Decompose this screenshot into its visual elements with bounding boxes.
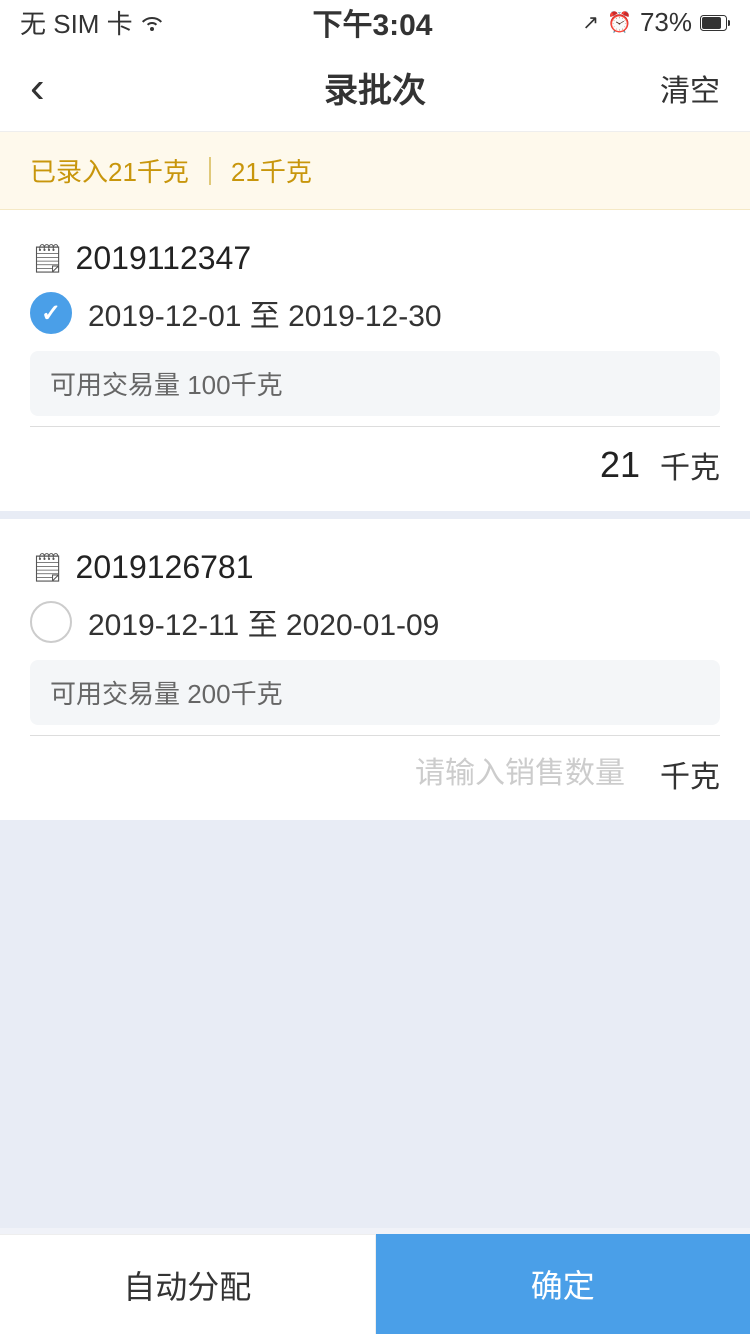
batch-2-available: 可用交易量 200千克	[30, 660, 720, 725]
batch-2-input-display: 千克	[30, 752, 720, 796]
banner-divider	[209, 157, 211, 185]
batch-1-quantity-value: 21	[600, 444, 640, 486]
batch-1-radio[interactable]	[30, 292, 72, 334]
recorded-label: 已录入21千克	[30, 152, 189, 189]
batch-2-unit: 千克	[660, 752, 720, 796]
nav-bar: ‹ 录批次 清空	[0, 44, 750, 132]
wifi-icon	[141, 7, 163, 38]
batch-2-header: 🗒 2019126781	[30, 549, 720, 586]
batch-1-quantity-display: 21 千克	[30, 443, 720, 487]
document-icon-2: 🗒	[30, 551, 66, 584]
batch-1-available: 可用交易量 100千克	[30, 351, 720, 416]
status-left: 无 SIM 卡	[20, 4, 163, 41]
batch-1-id: 2019112347	[76, 240, 252, 277]
info-banner: 已录入21千克 21千克	[0, 132, 750, 210]
status-time: 下午3:04	[312, 0, 432, 44]
batch-1-quantity-wrapper: 21 千克	[0, 416, 750, 519]
batch-2-input-wrapper: 千克	[0, 725, 750, 828]
document-icon-1: 🗒	[30, 242, 66, 275]
confirm-button[interactable]: 确定	[376, 1234, 750, 1334]
status-right: ↗ ⏰ 73%	[582, 7, 730, 38]
input-line-2	[30, 735, 720, 736]
no-sim-text: 无 SIM 卡	[20, 4, 133, 41]
page-title: 录批次	[324, 63, 426, 112]
recorded-amount: 21千克	[231, 152, 312, 189]
batch-1-header: 🗒 2019112347	[30, 240, 720, 277]
batch-1-quantity-unit: 千克	[660, 443, 720, 487]
batch-2-date-row[interactable]: 2019-12-11 至 2020-01-09	[30, 600, 720, 644]
bottom-bar: 自动分配 确定	[0, 1234, 750, 1334]
alarm-icon: ⏰	[607, 10, 632, 35]
quantity-line-1	[30, 426, 720, 427]
batch-item-2: 🗒 2019126781 2019-12-11 至 2020-01-09 可用交…	[0, 519, 750, 725]
batch-1-date: 2019-12-01 至 2019-12-30	[88, 291, 442, 335]
batch-2-radio[interactable]	[30, 601, 72, 643]
status-bar: 无 SIM 卡 下午3:04 ↗ ⏰ 73%	[0, 0, 750, 44]
empty-area	[0, 828, 750, 1228]
batch-2-id: 2019126781	[76, 549, 254, 586]
batch-2-quantity-input[interactable]	[320, 757, 640, 791]
clear-button[interactable]: 清空	[660, 66, 720, 110]
battery-text: 73%	[640, 7, 692, 38]
back-button[interactable]: ‹	[30, 63, 90, 113]
auto-distribute-button[interactable]: 自动分配	[0, 1234, 376, 1334]
batch-item-1: 🗒 2019112347 2019-12-01 至 2019-12-30 可用交…	[0, 210, 750, 416]
batch-1-date-row[interactable]: 2019-12-01 至 2019-12-30	[30, 291, 720, 335]
location-icon: ↗	[582, 10, 599, 35]
batch-2-date: 2019-12-11 至 2020-01-09	[88, 600, 439, 644]
battery-icon	[700, 7, 730, 38]
